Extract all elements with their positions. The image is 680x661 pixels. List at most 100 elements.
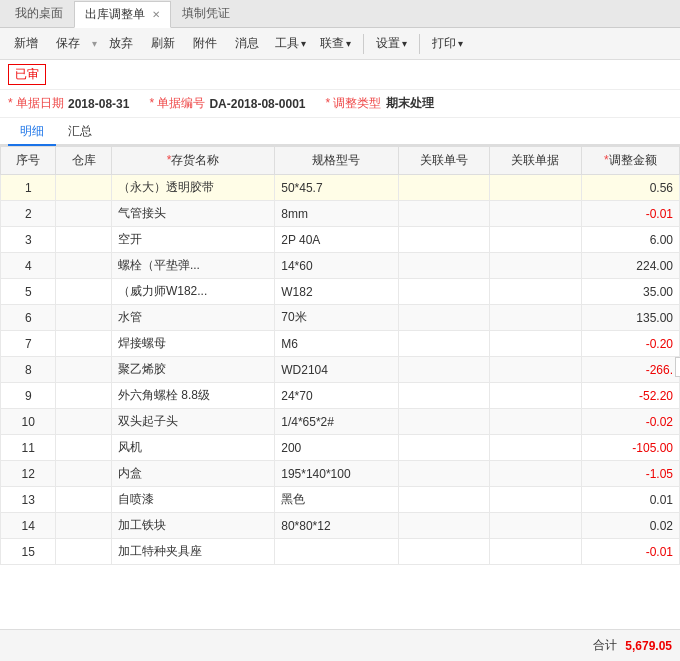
table-row[interactable]: 9 外六角螺栓 8.8级 24*70 -52.20 [1, 383, 680, 409]
tab-voucher[interactable]: 填制凭证 [171, 0, 241, 27]
cell-spec: 50*45.7 [275, 175, 398, 201]
cell-refdoc [490, 357, 581, 383]
table-row[interactable]: 10 双头起子头 1/4*65*2# -0.02 [1, 409, 680, 435]
cell-spec: W182 [275, 279, 398, 305]
cell-seq: 5 [1, 279, 56, 305]
cell-goods-name: 空开 [111, 227, 274, 253]
number-value: DA-2018-08-0001 [209, 97, 305, 111]
date-label: * 单据日期 [8, 95, 64, 112]
cell-amount: 0.56 [581, 175, 679, 201]
cell-refdoc [490, 461, 581, 487]
cell-goods-name: 螺栓（平垫弹... [111, 253, 274, 279]
cell-refno [398, 305, 489, 331]
tab-adjustment[interactable]: 出库调整单 ✕ [74, 1, 171, 28]
cell-amount: -105.00 [581, 435, 679, 461]
cell-spec: 24*70 [275, 383, 398, 409]
cell-amount: -0.02 [581, 409, 679, 435]
footer-total: 5,679.05 [625, 639, 672, 653]
cell-seq: 12 [1, 461, 56, 487]
cell-spec: 14*60 [275, 253, 398, 279]
table-row[interactable]: 6 水管 70米 135.00 [1, 305, 680, 331]
cell-goods-name: 加工铁块 [111, 513, 274, 539]
cell-seq: 14 [1, 513, 56, 539]
print-button[interactable]: 打印 [426, 32, 469, 55]
save-button[interactable]: 保存 [48, 32, 88, 55]
cell-refdoc [490, 513, 581, 539]
cell-warehouse [56, 461, 111, 487]
discard-button[interactable]: 放弃 [101, 32, 141, 55]
cell-spec: 200 [275, 435, 398, 461]
cell-refdoc [490, 279, 581, 305]
main-table: 序号 仓库 *存货名称 规格型号 关联单号 关联单据 *调整金额 1 （永大）透… [0, 146, 680, 565]
attachment-button[interactable]: 附件 [185, 32, 225, 55]
type-label: * 调整类型 [325, 95, 381, 112]
table-row[interactable]: 14 加工铁块 80*80*12 0.02 [1, 513, 680, 539]
cell-refno [398, 357, 489, 383]
cell-seq: 1 [1, 175, 56, 201]
toolbar: 新增 保存 ▾ 放弃 刷新 附件 消息 工具 联查 设置 打印 [0, 28, 680, 60]
cell-warehouse [56, 331, 111, 357]
cell-refdoc [490, 383, 581, 409]
cell-amount: -0.20 [581, 331, 679, 357]
cell-refdoc [490, 435, 581, 461]
separator-1 [363, 34, 364, 54]
col-refdoc: 关联单据 [490, 147, 581, 175]
cell-refno [398, 279, 489, 305]
table-row[interactable]: 2 气管接头 8mm -0.01 [1, 201, 680, 227]
status-bar: 已审 [0, 60, 680, 90]
cell-spec: 2P 40A [275, 227, 398, 253]
table-row[interactable]: 7 焊接螺母 M6 -0.20 [1, 331, 680, 357]
tab-desktop[interactable]: 我的桌面 [4, 0, 74, 27]
cell-amount: 0.02 [581, 513, 679, 539]
refresh-button[interactable]: 刷新 [143, 32, 183, 55]
save-dropdown-icon[interactable]: ▾ [92, 38, 97, 49]
table-row[interactable]: 15 加工特种夹具座 -0.01 [1, 539, 680, 565]
table-row[interactable]: 3 空开 2P 40A 6.00 [1, 227, 680, 253]
cell-refno [398, 227, 489, 253]
cell-goods-name: 气管接头 [111, 201, 274, 227]
table-row[interactable]: 11 风机 200 -105.00 [1, 435, 680, 461]
cell-amount: 224.00 [581, 253, 679, 279]
cell-refno [398, 201, 489, 227]
cell-seq: 10 [1, 409, 56, 435]
message-button[interactable]: 消息 [227, 32, 267, 55]
cell-refdoc [490, 487, 581, 513]
table-row[interactable]: 1 （永大）透明胶带 50*45.7 0.56 [1, 175, 680, 201]
new-button[interactable]: 新增 [6, 32, 46, 55]
cell-warehouse [56, 435, 111, 461]
cell-refno [398, 487, 489, 513]
subtab-summary[interactable]: 汇总 [56, 119, 104, 146]
cell-amount: -52.20 [581, 383, 679, 409]
cell-goods-name: （威力师W182... [111, 279, 274, 305]
cell-refno [398, 175, 489, 201]
table-row[interactable]: 4 螺栓（平垫弹... 14*60 224.00 [1, 253, 680, 279]
col-refno: 关联单号 [398, 147, 489, 175]
cell-spec: 80*80*12 [275, 513, 398, 539]
footer-label: 合计 [593, 637, 617, 654]
subtab-detail[interactable]: 明细 [8, 119, 56, 146]
table-row[interactable]: 12 内盒 195*140*100 -1.05 [1, 461, 680, 487]
cell-seq: 11 [1, 435, 56, 461]
cell-refdoc [490, 305, 581, 331]
col-amount: *调整金额 [581, 147, 679, 175]
cell-refno [398, 383, 489, 409]
cell-warehouse [56, 253, 111, 279]
cell-refno [398, 435, 489, 461]
cell-seq: 9 [1, 383, 56, 409]
query-button[interactable]: 联查 [314, 32, 357, 55]
cell-spec: 70米 [275, 305, 398, 331]
cell-warehouse [56, 539, 111, 565]
cell-amount: -0.01 [581, 201, 679, 227]
cell-amount: 0.01 [581, 487, 679, 513]
footer: 合计 5,679.05 [0, 629, 680, 661]
tab-bar: 我的桌面 出库调整单 ✕ 填制凭证 [0, 0, 680, 28]
cell-warehouse [56, 175, 111, 201]
table-row[interactable]: 5 （威力师W182... W182 35.00 [1, 279, 680, 305]
settings-button[interactable]: 设置 [370, 32, 413, 55]
table-row[interactable]: 8 聚乙烯胶 WD2104 -266. -266.0 [1, 357, 680, 383]
tab-adjustment-close[interactable]: ✕ [152, 9, 160, 20]
tools-button[interactable]: 工具 [269, 32, 312, 55]
cell-refno [398, 461, 489, 487]
cell-warehouse [56, 305, 111, 331]
table-row[interactable]: 13 自喷漆 黑色 0.01 [1, 487, 680, 513]
